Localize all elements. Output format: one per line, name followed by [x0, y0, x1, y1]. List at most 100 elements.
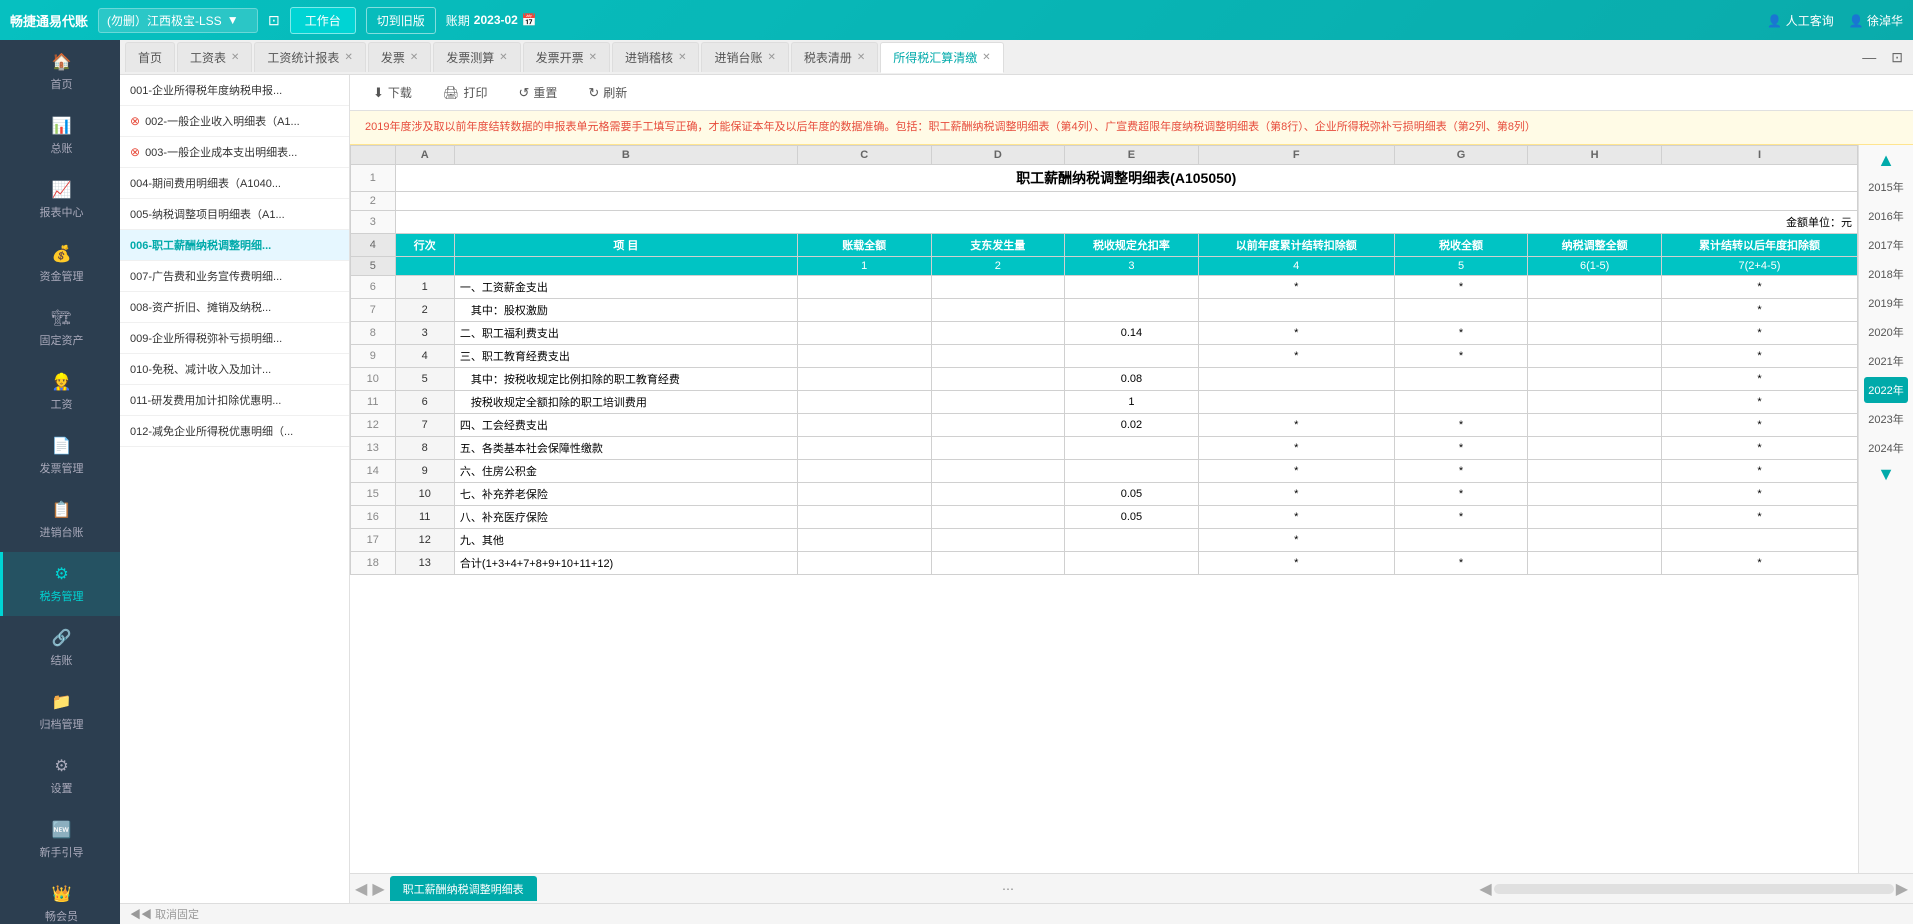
- sidebar-item-invoice[interactable]: 📄 发票管理: [0, 424, 120, 488]
- row-c7-16[interactable]: *: [1661, 505, 1857, 528]
- row-c3-15[interactable]: 0.05: [1065, 482, 1199, 505]
- row-c6-7[interactable]: [1528, 298, 1662, 321]
- row-c3-7[interactable]: [1065, 298, 1199, 321]
- tab-purchase-check[interactable]: 进销稽核✕: [612, 42, 699, 72]
- sidebar-item-funds[interactable]: 💰 资金管理: [0, 232, 120, 296]
- year-2017[interactable]: 2017年: [1864, 232, 1908, 258]
- row-c5-11[interactable]: [1394, 390, 1528, 413]
- form-item-008[interactable]: 008-资产折旧、摊销及纳税...: [120, 292, 349, 323]
- row-c4-6[interactable]: *: [1198, 275, 1394, 298]
- user-label[interactable]: 👤 徐淖华: [1849, 12, 1903, 29]
- row-c7-14[interactable]: *: [1661, 459, 1857, 482]
- tab-salary-report[interactable]: 工资统计报表✕: [254, 42, 365, 72]
- year-scroll-down[interactable]: ▼: [1877, 464, 1895, 485]
- row-c3-10[interactable]: 0.08: [1065, 367, 1199, 390]
- row-c7-12[interactable]: *: [1661, 413, 1857, 436]
- row-c1-15[interactable]: [797, 482, 931, 505]
- row-item-8[interactable]: 二、职工福利费支出: [454, 321, 797, 344]
- sidebar-item-newbie[interactable]: 🆕 新手引导: [0, 808, 120, 872]
- form-item-001[interactable]: 001-企业所得税年度纳税申报...: [120, 75, 349, 106]
- row-c1-6[interactable]: [797, 275, 931, 298]
- row-c4-15[interactable]: *: [1198, 482, 1394, 505]
- tab-purchase-ledger[interactable]: 进销台账✕: [701, 42, 788, 72]
- tab-minimize-icon[interactable]: —: [1857, 47, 1881, 68]
- row-c6-9[interactable]: [1528, 344, 1662, 367]
- row-c3-18[interactable]: [1065, 551, 1199, 574]
- row-c7-7[interactable]: *: [1661, 298, 1857, 321]
- sheet-options-icon[interactable]: ⋯: [1002, 882, 1014, 896]
- row-c5-6[interactable]: *: [1394, 275, 1528, 298]
- row-c1-13[interactable]: [797, 436, 931, 459]
- row-c4-17[interactable]: *: [1198, 528, 1394, 551]
- row-c5-13[interactable]: *: [1394, 436, 1528, 459]
- row-c5-10[interactable]: [1394, 367, 1528, 390]
- row-item-15[interactable]: 七、补充养老保险: [454, 482, 797, 505]
- row-c1-9[interactable]: [797, 344, 931, 367]
- row-c2-13[interactable]: [931, 436, 1065, 459]
- service-label[interactable]: 👤 人工客询: [1767, 12, 1833, 29]
- row-c5-17[interactable]: [1394, 528, 1528, 551]
- scroll-left-icon[interactable]: ◀: [1479, 879, 1491, 899]
- row-c6-11[interactable]: [1528, 390, 1662, 413]
- row-c4-12[interactable]: *: [1198, 413, 1394, 436]
- row-c4-18[interactable]: *: [1198, 551, 1394, 574]
- row-c6-8[interactable]: [1528, 321, 1662, 344]
- year-2021[interactable]: 2021年: [1864, 348, 1908, 374]
- sidebar-item-settings[interactable]: ⚙ 设置: [0, 744, 120, 808]
- row-c2-16[interactable]: [931, 505, 1065, 528]
- row-c3-16[interactable]: 0.05: [1065, 505, 1199, 528]
- row-c5-9[interactable]: *: [1394, 344, 1528, 367]
- row-c4-8[interactable]: *: [1198, 321, 1394, 344]
- sidebar-item-archive[interactable]: 📁 归档管理: [0, 680, 120, 744]
- row-c4-11[interactable]: [1198, 390, 1394, 413]
- row-c7-13[interactable]: *: [1661, 436, 1857, 459]
- row-c6-14[interactable]: [1528, 459, 1662, 482]
- tab-invoice-calc[interactable]: 发票测算✕: [433, 42, 520, 72]
- form-item-010[interactable]: 010-免税、减计收入及加计...: [120, 354, 349, 385]
- sidebar-item-tax[interactable]: ⚙ 税务管理: [0, 552, 120, 616]
- row-c7-18[interactable]: *: [1661, 551, 1857, 574]
- row-c4-10[interactable]: [1198, 367, 1394, 390]
- row-c5-18[interactable]: *: [1394, 551, 1528, 574]
- row-c6-18[interactable]: [1528, 551, 1662, 574]
- tab-close-salary[interactable]: ✕: [231, 52, 239, 63]
- unfix-label[interactable]: ◀◀ 取消固定: [130, 906, 199, 922]
- row-item-13[interactable]: 五、各类基本社会保障性缴款: [454, 436, 797, 459]
- row-item-16[interactable]: 八、补充医疗保险: [454, 505, 797, 528]
- tab-income-tax[interactable]: 所得税汇算清缴✕: [880, 42, 1003, 73]
- row-c1-8[interactable]: [797, 321, 931, 344]
- row-c2-7[interactable]: [931, 298, 1065, 321]
- row-c5-7[interactable]: [1394, 298, 1528, 321]
- row-c1-10[interactable]: [797, 367, 931, 390]
- sidebar-item-salary[interactable]: 👷 工资: [0, 360, 120, 424]
- refresh-button[interactable]: ↻ 刷新: [580, 81, 635, 104]
- form-item-007[interactable]: 007-广告费和业务宣传费明细...: [120, 261, 349, 292]
- tab-tax-clear[interactable]: 税表清册✕: [791, 42, 878, 72]
- row-c4-13[interactable]: *: [1198, 436, 1394, 459]
- row-c4-7[interactable]: [1198, 298, 1394, 321]
- row-c1-12[interactable]: [797, 413, 931, 436]
- row-c6-13[interactable]: [1528, 436, 1662, 459]
- year-2022[interactable]: 2022年: [1864, 377, 1908, 403]
- form-item-009[interactable]: 009-企业所得税弥补亏损明细...: [120, 323, 349, 354]
- form-item-002[interactable]: ⊗ 002-一般企业收入明细表（A1...: [120, 106, 349, 137]
- row-c6-15[interactable]: [1528, 482, 1662, 505]
- sidebar-item-assets[interactable]: 🏗 固定资产: [0, 296, 120, 360]
- spreadsheet-area[interactable]: A B C D E F G H I: [350, 145, 1858, 874]
- row-item-10[interactable]: 其中：按税收规定比例扣除的职工教育经费: [454, 367, 797, 390]
- row-c2-17[interactable]: [931, 528, 1065, 551]
- row-c2-11[interactable]: [931, 390, 1065, 413]
- row-c3-11[interactable]: 1: [1065, 390, 1199, 413]
- row-c7-11[interactable]: *: [1661, 390, 1857, 413]
- row-c5-8[interactable]: *: [1394, 321, 1528, 344]
- year-2024[interactable]: 2024年: [1864, 435, 1908, 461]
- row-item-12[interactable]: 四、工会经费支出: [454, 413, 797, 436]
- row-c7-15[interactable]: *: [1661, 482, 1857, 505]
- row-c3-8[interactable]: 0.14: [1065, 321, 1199, 344]
- print-button[interactable]: 🖨 打印: [435, 81, 496, 104]
- row-c6-12[interactable]: [1528, 413, 1662, 436]
- sidebar-item-home[interactable]: 🏠 首页: [0, 40, 120, 104]
- scroll-right-icon[interactable]: ▶: [1896, 879, 1908, 899]
- form-item-011[interactable]: 011-研发费用加计扣除优惠明...: [120, 385, 349, 416]
- year-2019[interactable]: 2019年: [1864, 290, 1908, 316]
